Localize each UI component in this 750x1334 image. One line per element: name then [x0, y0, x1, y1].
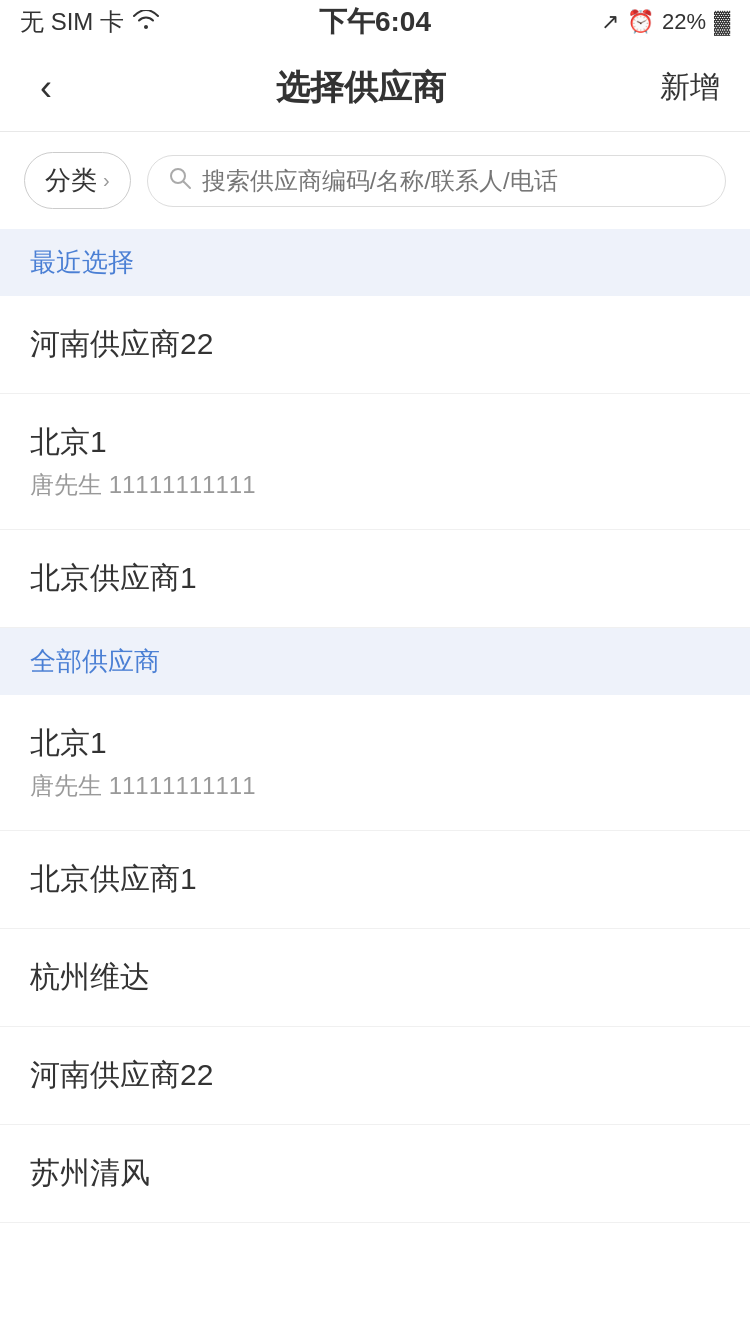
category-button[interactable]: 分类 › — [24, 152, 131, 209]
battery-label: 22% — [662, 9, 706, 35]
item-sub: 唐先生 11111111111 — [30, 469, 720, 501]
alarm-icon: ⏰ — [627, 9, 654, 35]
list-item[interactable]: 河南供应商22 — [0, 296, 750, 394]
page-title: 选择供应商 — [276, 65, 446, 111]
section-header-all: 全部供应商 — [0, 628, 750, 695]
carrier-label: 无 SIM 卡 — [20, 6, 124, 38]
item-name: 北京1 — [30, 422, 720, 463]
search-icon — [168, 166, 192, 196]
list-item[interactable]: 北京供应商1 — [0, 831, 750, 929]
search-box — [147, 155, 726, 207]
list-item[interactable]: 苏州清风 — [0, 1125, 750, 1223]
status-time: 下午6:04 — [319, 3, 431, 41]
svg-line-1 — [183, 181, 190, 188]
category-label: 分类 — [45, 163, 97, 198]
location-icon: ↗ — [601, 9, 619, 35]
wifi-icon — [132, 8, 160, 36]
section-header-recent: 最近选择 — [0, 229, 750, 296]
item-name: 北京供应商1 — [30, 558, 720, 599]
item-name: 河南供应商22 — [30, 1055, 720, 1096]
list-item[interactable]: 河南供应商22 — [0, 1027, 750, 1125]
battery-icon: ▓ — [714, 9, 730, 35]
item-name: 河南供应商22 — [30, 324, 720, 365]
list-item[interactable]: 北京1 唐先生 11111111111 — [0, 695, 750, 831]
nav-bar: ‹ 选择供应商 新增 — [0, 44, 750, 132]
status-bar: 无 SIM 卡 下午6:04 ↗ ⏰ 22% ▓ — [0, 0, 750, 44]
item-name: 杭州维达 — [30, 957, 720, 998]
status-right: ↗ ⏰ 22% ▓ — [601, 9, 730, 35]
search-input[interactable] — [202, 167, 705, 195]
item-name: 北京供应商1 — [30, 859, 720, 900]
sections-container: 最近选择河南供应商22 北京1 唐先生 11111111111 北京供应商1 全部供应商… — [0, 229, 750, 1223]
filter-bar: 分类 › — [0, 132, 750, 229]
list-item[interactable]: 杭州维达 — [0, 929, 750, 1027]
chevron-right-icon: › — [103, 169, 110, 192]
item-name: 苏州清风 — [30, 1153, 720, 1194]
item-sub: 唐先生 11111111111 — [30, 770, 720, 802]
back-button[interactable]: ‹ — [30, 57, 62, 119]
list-item[interactable]: 北京供应商1 — [0, 530, 750, 628]
list-item[interactable]: 北京1 唐先生 11111111111 — [0, 394, 750, 530]
add-button[interactable]: 新增 — [660, 67, 720, 108]
item-name: 北京1 — [30, 723, 720, 764]
status-left: 无 SIM 卡 — [20, 6, 160, 38]
